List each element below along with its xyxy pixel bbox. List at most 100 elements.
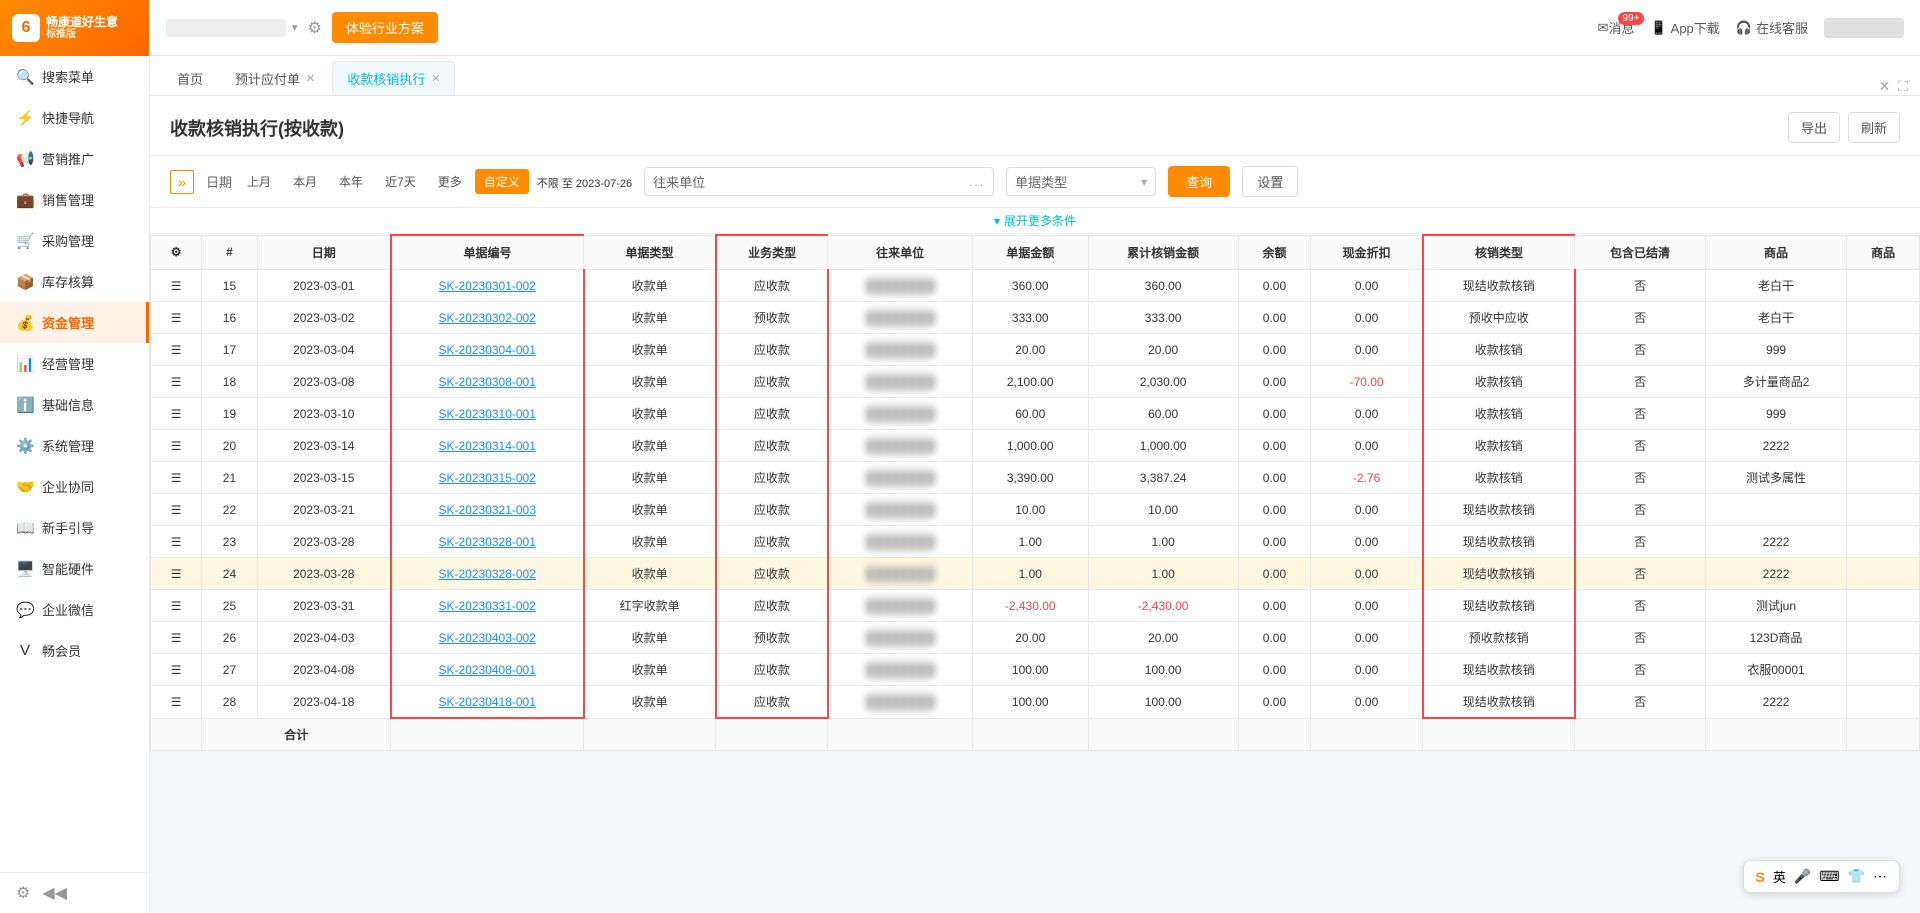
col-included: 否 (1575, 302, 1706, 334)
col-settings[interactable]: ☰ (151, 622, 202, 654)
col-settings[interactable]: ☰ (151, 302, 202, 334)
col-settings[interactable]: ☰ (151, 366, 202, 398)
sidebar-item-营销推广[interactable]: 📢营销推广 (0, 138, 149, 179)
col-write-off: 2,030.00 (1088, 366, 1238, 398)
col-no: 16 (202, 302, 257, 334)
table-row: ☰ 23 2023-03-28 SK-20230328-001 收款单 应收款 … (151, 526, 1920, 558)
sidebar-item-采购管理[interactable]: 🛒采购管理 (0, 220, 149, 261)
col-header-partner[interactable]: 往来单位 (828, 235, 972, 270)
collapse-icon[interactable]: ◀◀ (42, 883, 67, 903)
col-header-write-off[interactable]: 累计核销金额 (1088, 235, 1238, 270)
col-header-biz-type[interactable]: 业务类型 (716, 235, 828, 270)
doc-type-filter-wrap[interactable]: 单据类型 ▾ (1006, 167, 1156, 196)
sidebar-item-快捷导航[interactable]: ⚡快捷导航 (0, 97, 149, 138)
col-settings[interactable]: ☰ (151, 558, 202, 590)
tab-close-icon[interactable]: ✕ (431, 72, 440, 85)
sidebar-item-搜索菜单[interactable]: 🔍搜索菜单 (0, 56, 149, 97)
close-tab-icon[interactable]: ✕ (1878, 78, 1890, 95)
col-header-date[interactable]: 日期 (257, 235, 391, 270)
gear-icon[interactable]: ⚙ (308, 18, 322, 38)
col-settings[interactable]: ☰ (151, 270, 202, 302)
ime-lang-toggle[interactable]: 英 (1773, 867, 1786, 886)
tab-收款核销执行[interactable]: 收款核销执行✕ (332, 61, 455, 95)
sidebar-item-企业协同[interactable]: 🤝企业协同 (0, 466, 149, 507)
col-settings[interactable]: ☰ (151, 334, 202, 366)
col-header-balance[interactable]: 余额 (1238, 235, 1311, 270)
tab-预计应付单[interactable]: 预计应付单✕ (220, 61, 330, 95)
col-settings[interactable]: ☰ (151, 654, 202, 686)
sidebar-item-新手引导[interactable]: 📖新手引导 (0, 507, 149, 548)
partner-input[interactable] (711, 174, 963, 189)
sidebar-item-企业微信[interactable]: 💬企业微信 (0, 589, 149, 630)
sidebar-item-智能硬件[interactable]: 🖥️智能硬件 (0, 548, 149, 589)
last-7days-btn[interactable]: 近7天 (376, 169, 425, 194)
industry-solution-button[interactable]: 体验行业方案 (332, 12, 438, 43)
col-settings[interactable]: ☰ (151, 462, 202, 494)
col-balance: 0.00 (1238, 334, 1311, 366)
col-settings[interactable]: ☰ (151, 430, 202, 462)
col-settings[interactable]: ☰ (151, 398, 202, 430)
table-row: ☰ 27 2023-04-08 SK-20230408-001 收款单 应收款 … (151, 654, 1920, 686)
sidebar-item-经营管理[interactable]: 📊经营管理 (0, 343, 149, 384)
col-amount: 1,000.00 (972, 430, 1088, 462)
col-included: 否 (1575, 494, 1706, 526)
settings-col-header[interactable]: ⚙ (151, 235, 202, 270)
sidebar-item-基础信息[interactable]: ℹ️基础信息 (0, 384, 149, 425)
settings-icon[interactable]: ⚙ (16, 883, 30, 903)
col-settings[interactable]: ☰ (151, 494, 202, 526)
col-discount: 0.00 (1311, 526, 1423, 558)
sidebar-item-资金管理[interactable]: 💰资金管理 (0, 302, 149, 343)
col-header-doc-type[interactable]: 单据类型 (584, 235, 716, 270)
sidebar-item-库存核算[interactable]: 📦库存核算 (0, 261, 149, 302)
partner-ellipsis[interactable]: ... (969, 175, 985, 189)
col-write-off: 3,387.24 (1088, 462, 1238, 494)
app-download-link[interactable]: 📱 App下载 (1650, 18, 1719, 37)
col-header-doc-no[interactable]: 单据编号 (391, 235, 584, 270)
more-date-btn[interactable]: 更多 (429, 169, 471, 194)
tab-首页[interactable]: 首页 (162, 61, 218, 95)
sidebar-item-系统管理[interactable]: ⚙️系统管理 (0, 425, 149, 466)
this-year-btn[interactable]: 本年 (330, 169, 372, 194)
chevron-down-icon[interactable]: ▾ (292, 21, 298, 34)
col-header-product2[interactable]: 商品 (1847, 235, 1920, 270)
sidebar-item-畅会员[interactable]: V畅会员 (0, 630, 149, 671)
col-no: 21 (202, 462, 257, 494)
col-balance: 0.00 (1238, 686, 1311, 719)
settings-button[interactable]: 设置 (1242, 166, 1298, 197)
export-button[interactable]: 导出 (1788, 112, 1840, 143)
expand-more-conditions-button[interactable]: ▾ 展开更多条件 (150, 208, 1920, 233)
refresh-button[interactable]: 刷新 (1848, 112, 1900, 143)
tab-close-icon[interactable]: ✕ (306, 72, 315, 85)
col-header-amount[interactable]: 单据金额 (972, 235, 1088, 270)
ime-mic-icon[interactable]: 🎤 (1794, 868, 1811, 885)
this-month-btn[interactable]: 本月 (284, 169, 326, 194)
col-amount: 10.00 (972, 494, 1088, 526)
col-no: 25 (202, 590, 257, 622)
col-settings[interactable]: ☰ (151, 590, 202, 622)
col-product2 (1847, 270, 1920, 302)
col-no: 22 (202, 494, 257, 526)
col-discount: 0.00 (1311, 270, 1423, 302)
sidebar-item-销售管理[interactable]: 💼销售管理 (0, 179, 149, 220)
col-header-discount[interactable]: 现金折扣 (1311, 235, 1423, 270)
ime-toolbar: S 英 🎤 ⌨ 👕 ⋯ (1743, 860, 1900, 893)
ime-more-icon[interactable]: ⋯ (1873, 868, 1887, 885)
last-month-btn[interactable]: 上月 (238, 169, 280, 194)
user-avatar[interactable] (1824, 18, 1904, 38)
col-settings[interactable]: ☰ (151, 686, 202, 719)
query-button[interactable]: 查询 (1168, 166, 1230, 197)
col-settings[interactable]: ☰ (151, 526, 202, 558)
col-no: 24 (202, 558, 257, 590)
custom-date-btn[interactable]: 自定义 (475, 169, 529, 194)
ime-keyboard-icon[interactable]: ⌨ (1819, 868, 1839, 885)
expand-filter-button[interactable]: » (170, 170, 194, 194)
col-write-off: 333.00 (1088, 302, 1238, 334)
col-header-product1[interactable]: 商品 (1705, 235, 1846, 270)
maximize-icon[interactable]: ⛶ (1898, 78, 1908, 95)
col-header-included[interactable]: 包含已结清 (1575, 235, 1706, 270)
message-button[interactable]: ✉ 消息 99+ (1598, 18, 1635, 37)
ime-shirt-icon[interactable]: 👕 (1848, 868, 1865, 885)
sidebar-footer[interactable]: ⚙ ◀◀ (0, 872, 149, 913)
online-service-link[interactable]: 🎧 在线客服 (1736, 18, 1808, 37)
col-header-write-off-type[interactable]: 核销类型 (1423, 235, 1575, 270)
